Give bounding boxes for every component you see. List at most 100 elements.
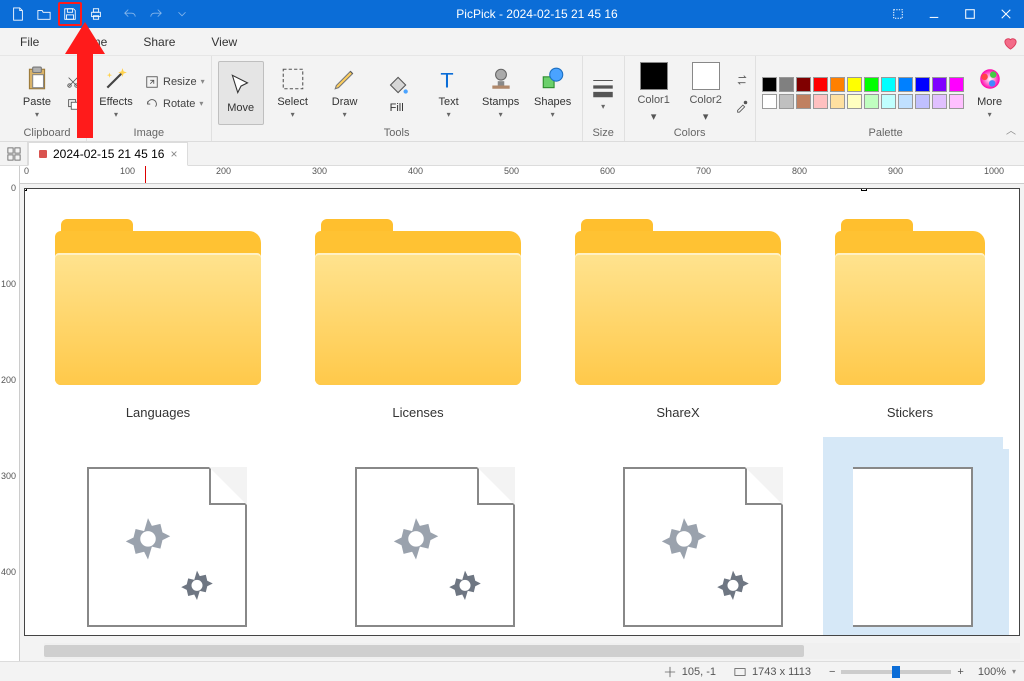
cut-button[interactable] bbox=[66, 73, 80, 91]
resize-handle[interactable] bbox=[24, 188, 27, 191]
tab-file[interactable]: File bbox=[16, 29, 43, 55]
palette-color[interactable] bbox=[864, 94, 879, 109]
file-icon bbox=[853, 467, 973, 627]
palette-color[interactable] bbox=[813, 77, 828, 92]
palette-color[interactable] bbox=[847, 94, 862, 109]
palette-color[interactable] bbox=[898, 77, 913, 92]
svg-text:T: T bbox=[440, 68, 453, 92]
folder-docs-icon bbox=[315, 219, 521, 385]
folder-icon bbox=[835, 219, 985, 385]
vertical-ruler[interactable]: 0100200300400 bbox=[0, 166, 20, 661]
stamps-button[interactable]: Stamps▾ bbox=[478, 61, 524, 125]
canvas-viewport[interactable]: Languages Licenses bbox=[20, 184, 1024, 661]
folder-icon bbox=[55, 219, 261, 385]
horizontal-ruler[interactable]: 01002003004005006007008009001000 bbox=[20, 166, 1024, 184]
palette-color[interactable] bbox=[864, 77, 879, 92]
stamps-label: Stamps bbox=[482, 96, 519, 108]
file-item bbox=[355, 467, 515, 627]
more-label: More bbox=[977, 96, 1002, 108]
zoom-controls: − + 100% ▾ bbox=[829, 666, 1016, 678]
resize-handle[interactable] bbox=[861, 188, 867, 191]
document-tab[interactable]: 2024-02-15 21 45 16 × bbox=[28, 142, 188, 166]
palette-color[interactable] bbox=[796, 94, 811, 109]
bucket-icon bbox=[384, 72, 410, 98]
ribbon-group-colors: Color1▾ Color2▾ Colors bbox=[625, 56, 756, 141]
rotate-button[interactable]: Rotate ▾ bbox=[145, 95, 205, 113]
redo-icon[interactable] bbox=[144, 2, 168, 26]
resize-button[interactable]: Resize ▾ bbox=[145, 73, 205, 91]
palette-color[interactable] bbox=[762, 94, 777, 109]
crosshair-icon bbox=[664, 666, 676, 678]
palette-color[interactable] bbox=[881, 94, 896, 109]
more-colors-button[interactable]: More▾ bbox=[970, 61, 1010, 125]
tab-close-icon[interactable]: × bbox=[170, 147, 177, 161]
status-bar: 105, -1 1743 x 1113 − + 100% ▾ bbox=[0, 661, 1024, 681]
palette-color[interactable] bbox=[796, 77, 811, 92]
window-title: PicPick - 2024-02-15 21 45 16 bbox=[194, 7, 880, 21]
tab-share[interactable]: Share bbox=[139, 29, 179, 55]
palette-color[interactable] bbox=[949, 94, 964, 109]
minimize-icon[interactable] bbox=[916, 0, 952, 28]
effects-button[interactable]: Effects ▾ bbox=[93, 61, 139, 125]
ribbon-collapse-icon[interactable]: ︿ bbox=[1006, 122, 1016, 137]
zoom-slider[interactable] bbox=[841, 670, 951, 674]
maximize-icon[interactable] bbox=[952, 0, 988, 28]
eyedropper-button[interactable] bbox=[735, 97, 749, 115]
palette-color[interactable] bbox=[813, 94, 828, 109]
color1-button[interactable]: Color1▾ bbox=[631, 62, 677, 123]
palette-color[interactable] bbox=[898, 94, 913, 109]
zoom-out-button[interactable]: − bbox=[829, 666, 835, 678]
cursor-position: 105, -1 bbox=[664, 666, 716, 678]
print-icon[interactable] bbox=[84, 2, 108, 26]
palette-color[interactable] bbox=[779, 94, 794, 109]
copy-button[interactable] bbox=[66, 95, 80, 113]
ribbon-group-palette: More▾ Palette bbox=[756, 56, 1016, 141]
shapes-button[interactable]: Shapes▾ bbox=[530, 61, 576, 125]
close-icon[interactable] bbox=[988, 0, 1024, 28]
palette-color[interactable] bbox=[932, 94, 947, 109]
palette-color[interactable] bbox=[847, 77, 862, 92]
palette-color[interactable] bbox=[932, 77, 947, 92]
select-icon bbox=[280, 66, 306, 92]
cursor-icon bbox=[228, 72, 254, 98]
thumbnails-button[interactable] bbox=[0, 142, 28, 165]
horizontal-scrollbar[interactable] bbox=[44, 643, 1020, 659]
palette-color[interactable] bbox=[779, 77, 794, 92]
open-icon[interactable] bbox=[32, 2, 56, 26]
compact-mode-icon[interactable] bbox=[880, 0, 916, 28]
palette-color[interactable] bbox=[915, 94, 930, 109]
zoom-in-button[interactable]: + bbox=[957, 666, 963, 678]
select-button[interactable]: Select▾ bbox=[270, 61, 316, 125]
ribbon-group-clipboard: Paste ▾ Clipboard bbox=[8, 56, 87, 141]
palette-color[interactable] bbox=[762, 77, 777, 92]
tab-view[interactable]: View bbox=[207, 29, 241, 55]
window-controls bbox=[880, 0, 1024, 28]
palette-color[interactable] bbox=[881, 77, 896, 92]
paste-button[interactable]: Paste ▾ bbox=[14, 61, 60, 125]
folder-item: ShareX bbox=[575, 219, 781, 420]
palette-color[interactable] bbox=[949, 77, 964, 92]
palette-color[interactable] bbox=[830, 94, 845, 109]
canvas[interactable]: Languages Licenses bbox=[24, 188, 1020, 636]
palette-color[interactable] bbox=[830, 77, 845, 92]
palette-color[interactable] bbox=[915, 77, 930, 92]
new-icon[interactable] bbox=[6, 2, 30, 26]
qat-dropdown-icon[interactable] bbox=[170, 2, 194, 26]
tab-home[interactable]: Home bbox=[71, 29, 111, 55]
line-size-button[interactable]: ▾ bbox=[587, 61, 619, 125]
swap-colors-button[interactable] bbox=[735, 71, 749, 89]
undo-icon[interactable] bbox=[118, 2, 142, 26]
save-icon[interactable] bbox=[58, 2, 82, 26]
canvas-content: Languages Licenses bbox=[25, 189, 1019, 450]
favorite-icon[interactable] bbox=[1003, 36, 1018, 56]
folder-label: Stickers bbox=[887, 405, 933, 420]
palette-group-label: Palette bbox=[869, 125, 903, 139]
text-button[interactable]: T Text▾ bbox=[426, 61, 472, 125]
fill-button[interactable]: Fill bbox=[374, 61, 420, 125]
scrollbar-thumb[interactable] bbox=[44, 645, 804, 657]
color2-button[interactable]: Color2▾ bbox=[683, 62, 729, 123]
draw-button[interactable]: Draw▾ bbox=[322, 61, 368, 125]
folder-label: Licenses bbox=[392, 405, 443, 420]
ribbon-group-size: ▾ Size bbox=[583, 56, 625, 141]
move-button[interactable]: Move bbox=[218, 61, 264, 125]
